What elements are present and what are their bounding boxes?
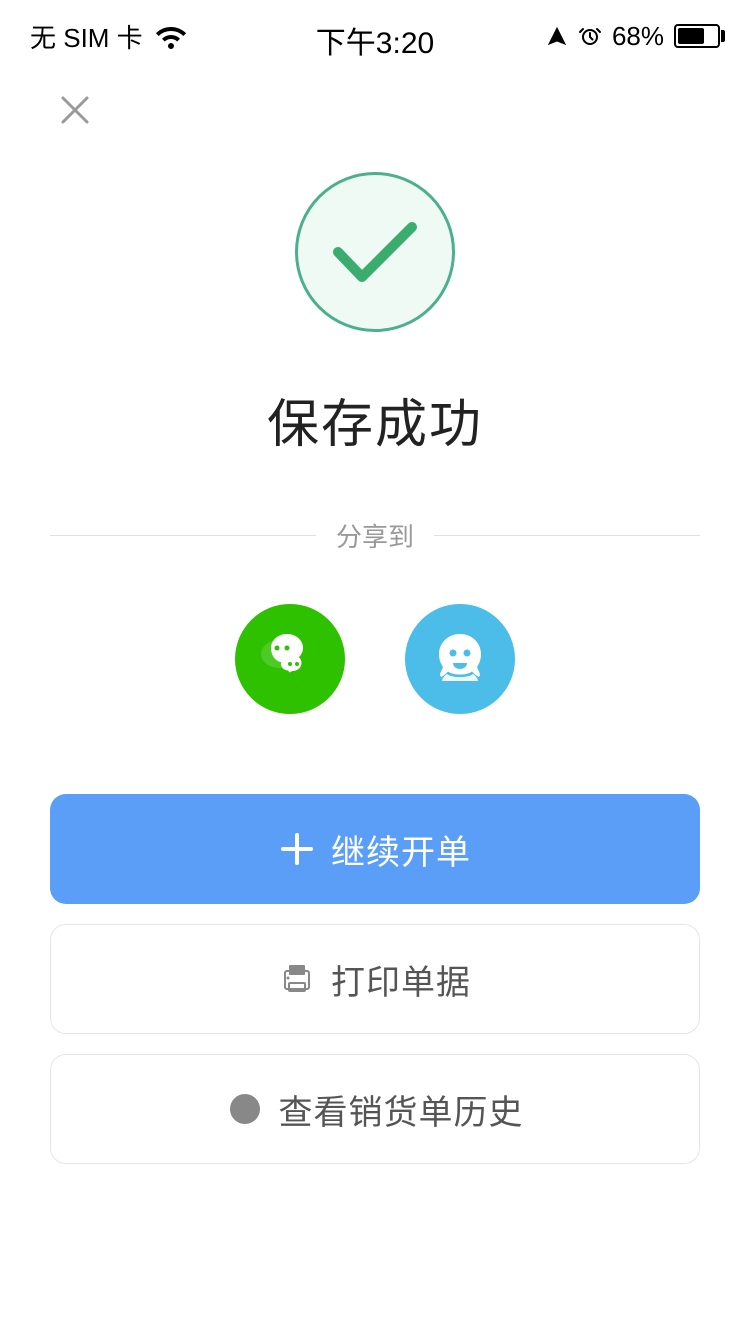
carrier-text: 无 SIM 卡	[30, 18, 143, 55]
success-title: 保存成功	[267, 382, 483, 457]
share-icons-row	[235, 604, 515, 714]
status-left: 无 SIM 卡	[30, 18, 189, 55]
print-label: 打印单据	[331, 955, 471, 1004]
checkmark-icon	[330, 217, 420, 287]
success-circle	[295, 172, 455, 332]
share-divider: 分享到	[50, 517, 700, 554]
status-right: 68%	[546, 21, 720, 52]
divider-line-right	[434, 535, 700, 536]
location-icon	[546, 25, 568, 47]
clock-icon	[227, 1091, 263, 1127]
status-bar: 无 SIM 卡 下午3:20 68%	[0, 0, 750, 72]
history-button[interactable]: 查看销货单历史	[50, 1054, 700, 1164]
battery-fill	[678, 28, 704, 44]
status-time: 下午3:20	[316, 18, 434, 62]
print-button[interactable]: 打印单据	[50, 924, 700, 1034]
wechat-icon	[257, 626, 323, 692]
main-content: 保存成功 分享到	[0, 72, 750, 1164]
battery-icon	[674, 24, 720, 48]
plus-icon	[279, 831, 315, 867]
share-wechat-button[interactable]	[235, 604, 345, 714]
print-icon	[279, 961, 315, 997]
history-label: 查看销货单历史	[279, 1085, 524, 1134]
action-buttons: 继续开单 打印单据 查看销货单历史	[50, 794, 700, 1164]
qq-icon	[427, 626, 493, 692]
wifi-icon	[153, 23, 189, 49]
alarm-icon	[578, 24, 602, 48]
divider-line-left	[50, 535, 316, 536]
share-label: 分享到	[336, 517, 414, 554]
continue-order-button[interactable]: 继续开单	[50, 794, 700, 904]
battery-percentage: 68%	[612, 21, 664, 52]
close-button[interactable]	[50, 85, 100, 135]
continue-order-label: 继续开单	[331, 825, 471, 874]
share-qq-button[interactable]	[405, 604, 515, 714]
